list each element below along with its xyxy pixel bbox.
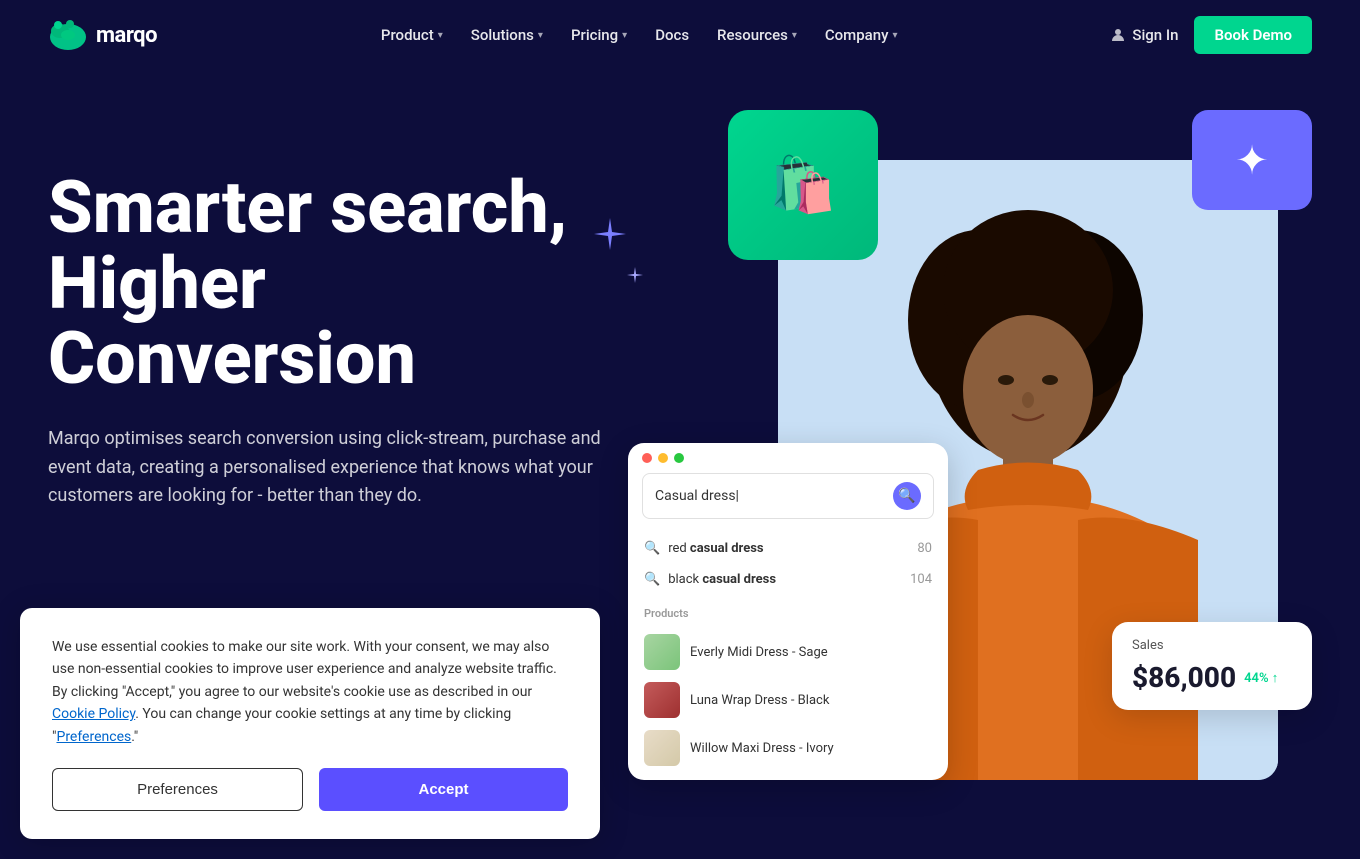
cursor-icon: ✦ <box>1235 137 1269 184</box>
sparkle-small-icon <box>626 222 644 298</box>
cookie-banner: We use essential cookies to make our sit… <box>20 608 600 839</box>
accept-button[interactable]: Accept <box>319 768 568 811</box>
hero-visual: 🛍️ ✦ <box>648 110 1312 810</box>
products-section: Products Everly Midi Dress - Sage Luna W… <box>628 599 948 780</box>
sparkle-icon <box>592 190 628 266</box>
nav-link-product[interactable]: Product ▾ <box>381 26 443 44</box>
hero-content: Smarter search, Higher Conversion Marqo … <box>48 110 648 551</box>
product-item-3[interactable]: Willow Maxi Dress - Ivory <box>644 724 932 772</box>
nav-item-pricing[interactable]: Pricing ▾ <box>571 26 627 44</box>
product-item-2[interactable]: Luna Wrap Dress - Black <box>644 676 932 724</box>
navbar: marqo Product ▾ Solutions ▾ Pricing ▾ Do… <box>0 0 1360 70</box>
preferences-button[interactable]: Preferences <box>52 768 303 811</box>
sales-card: Sales $86,000 44% ↑ <box>1112 622 1312 710</box>
nav-menu: Product ▾ Solutions ▾ Pricing ▾ Docs Res… <box>381 26 898 44</box>
nav-item-company[interactable]: Company ▾ <box>825 26 898 44</box>
nav-link-solutions[interactable]: Solutions ▾ <box>471 26 543 44</box>
logo-icon <box>48 19 88 51</box>
chevron-down-icon: ▾ <box>438 30 443 41</box>
product-item-1[interactable]: Everly Midi Dress - Sage <box>644 628 932 676</box>
shopping-bag-card: 🛍️ <box>728 110 878 260</box>
product-thumbnail-1 <box>644 634 680 670</box>
preferences-inline-link[interactable]: Preferences <box>56 729 131 745</box>
window-controls <box>628 443 948 473</box>
nav-item-solutions[interactable]: Solutions ▾ <box>471 26 543 44</box>
window-close-dot <box>642 453 652 463</box>
hero-title: Smarter search, Higher Conversion <box>48 170 648 397</box>
nav-link-company[interactable]: Company ▾ <box>825 26 898 44</box>
nav-item-docs[interactable]: Docs <box>655 26 689 44</box>
cookie-policy-link[interactable]: Cookie Policy <box>52 706 135 722</box>
cookie-text: We use essential cookies to make our sit… <box>52 636 568 748</box>
nav-link-pricing[interactable]: Pricing ▾ <box>571 26 627 44</box>
window-maximize-dot <box>674 453 684 463</box>
product-thumbnail-2 <box>644 682 680 718</box>
sales-amount: $86,000 44% ↑ <box>1132 661 1292 694</box>
chevron-down-icon: ▾ <box>892 30 897 41</box>
nav-item-product[interactable]: Product ▾ <box>381 26 443 44</box>
book-demo-button[interactable]: Book Demo <box>1194 16 1312 54</box>
shopping-bag-icon: 🛍️ <box>769 154 836 217</box>
cookie-buttons: Preferences Accept <box>52 768 568 811</box>
chevron-down-icon: ▾ <box>622 30 627 41</box>
search-small-icon: 🔍 <box>644 572 660 587</box>
hero-description: Marqo optimises search conversion using … <box>48 425 608 511</box>
search-input-display: Casual dress| <box>655 488 885 504</box>
suggestions-list: 🔍 red casual dress 80 🔍 black casual dre… <box>628 529 948 599</box>
sign-in-button[interactable]: Sign In <box>1110 26 1178 44</box>
search-icon[interactable]: 🔍 <box>893 482 921 510</box>
search-small-icon: 🔍 <box>644 541 660 556</box>
suggestion-item-1[interactable]: 🔍 red casual dress 80 <box>628 533 948 564</box>
window-minimize-dot <box>658 453 668 463</box>
logo[interactable]: marqo <box>48 17 168 53</box>
cursor-card: ✦ <box>1192 110 1312 210</box>
search-autocomplete-card: Casual dress| 🔍 🔍 red casual dress 80 🔍 <box>628 443 948 780</box>
suggestion-item-2[interactable]: 🔍 black casual dress 104 <box>628 564 948 595</box>
chevron-down-icon: ▾ <box>792 30 797 41</box>
logo-text: marqo <box>96 23 157 48</box>
product-thumbnail-3 <box>644 730 680 766</box>
nav-actions: Sign In Book Demo <box>1110 16 1312 54</box>
chevron-down-icon: ▾ <box>538 30 543 41</box>
nav-link-resources[interactable]: Resources ▾ <box>717 26 797 44</box>
nav-link-docs[interactable]: Docs <box>655 26 689 44</box>
user-icon <box>1110 27 1126 43</box>
search-bar[interactable]: Casual dress| 🔍 <box>642 473 934 519</box>
nav-item-resources[interactable]: Resources ▾ <box>717 26 797 44</box>
